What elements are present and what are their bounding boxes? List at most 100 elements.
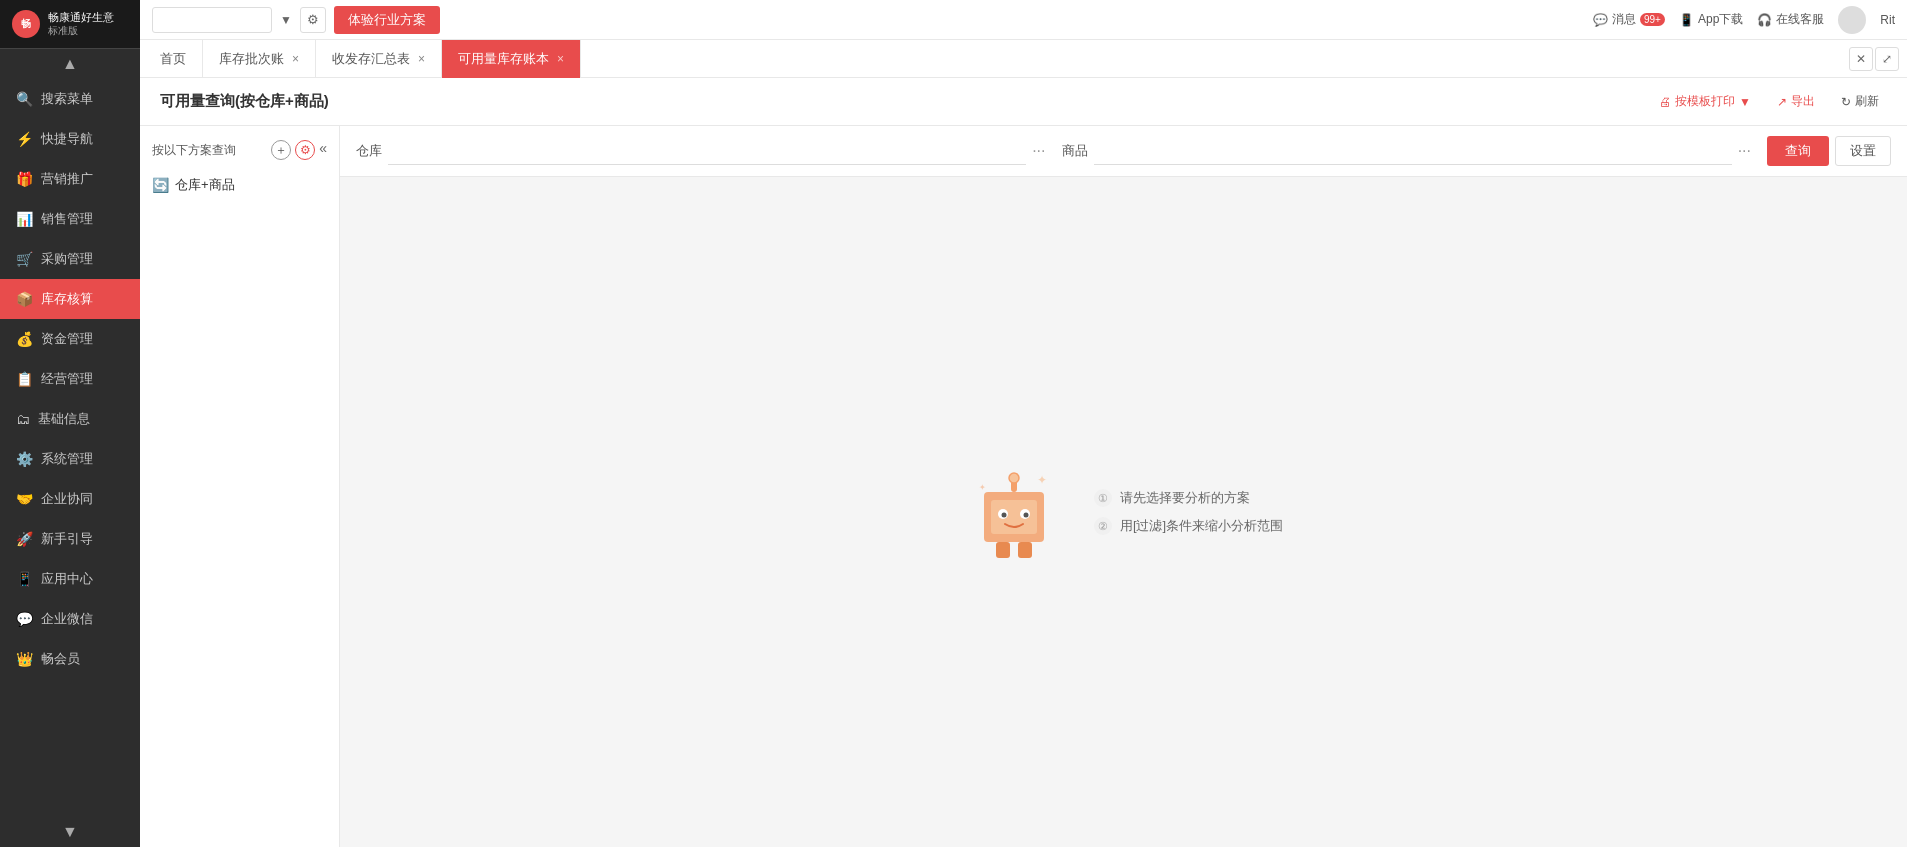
product-more-btn[interactable]: ··· [1738,142,1751,160]
message-badge: 99+ [1640,13,1665,26]
tab-receipt-summary-close[interactable]: × [418,52,425,66]
page-header: 可用量查询(按仓库+商品) 🖨 按模板打印 ▼ ↗ 导出 ↻ 刷新 [140,78,1907,126]
sidebar-item-label-system: 系统管理 [41,450,93,468]
tabs-bar: 首页 库存批次账 × 收发存汇总表 × 可用量库存账本 × ✕ ⤢ [140,40,1907,78]
svg-point-5 [1023,513,1028,518]
left-panel: 按以下方案查询 ＋ ⚙ « 🔄 仓库+商品 [140,126,340,847]
sidebar-item-marketing[interactable]: 🎁 营销推广 [0,159,140,199]
query-btn[interactable]: 查询 [1767,136,1829,166]
tab-close-window-btn[interactable]: ✕ [1849,47,1873,71]
message-icon: 💬 [1593,13,1608,27]
sidebar-item-basic-info[interactable]: 🗂基础信息 [0,399,140,439]
warehouse-field: 仓库 ··· [356,137,1046,165]
sidebar-scroll-up[interactable]: ▲ [0,49,140,79]
wechat-icon: 💬 [16,611,33,627]
sidebar-item-purchase[interactable]: 🛒采购管理 [0,239,140,279]
add-scheme-btn[interactable]: ＋ [271,140,291,160]
left-panel-icons: ＋ ⚙ « [271,140,327,160]
sidebar-item-inventory[interactable]: 📦 库存核算 [0,279,140,319]
app-download-label: App下载 [1698,11,1743,28]
collapse-panel-btn[interactable]: « [319,140,327,160]
refresh-icon: ↻ [1841,95,1851,109]
tab-batch-account[interactable]: 库存批次账 × [203,40,316,78]
finance-icon: 💰 [16,331,33,347]
scheme-item-warehouse-product[interactable]: 🔄 仓库+商品 [140,168,339,202]
sidebar-item-label-operations: 经营管理 [41,370,93,388]
empty-tips: ① 请先选择要分析的方案 ② 用[过滤]条件来缩小分析范围 [1094,489,1283,535]
topbar: ▼ ⚙ 体验行业方案 💬 消息 99+ 📱 App下载 🎧 在线客服 Rit [140,0,1907,40]
inventory-icon: 📦 [16,291,33,307]
sidebar-item-label-inventory: 库存核算 [41,290,93,308]
online-service-item[interactable]: 🎧 在线客服 [1757,11,1824,28]
content-area: 按以下方案查询 ＋ ⚙ « 🔄 仓库+商品 仓库 ··· [140,126,1907,847]
sidebar-title: 畅康通好生意 [48,10,114,24]
filter-settings-btn[interactable]: 设置 [1835,136,1891,166]
sidebar-item-quick-nav[interactable]: ⚡快捷导航 [0,119,140,159]
tab-home-label: 首页 [160,50,186,68]
tabs-right-actions: ✕ ⤢ [1849,47,1907,71]
svg-point-7 [1009,473,1019,483]
user-avatar[interactable] [1838,6,1866,34]
topbar-right: 💬 消息 99+ 📱 App下载 🎧 在线客服 Rit [1593,6,1895,34]
enterprise-icon: 🤝 [16,491,33,507]
product-input[interactable] [1094,137,1732,165]
tip-text-2: 用[过滤]条件来缩小分析范围 [1120,517,1283,535]
tab-expand-btn[interactable]: ⤢ [1875,47,1899,71]
main-area: ▼ ⚙ 体验行业方案 💬 消息 99+ 📱 App下载 🎧 在线客服 Rit 首… [140,0,1907,847]
scheme-item-label: 仓库+商品 [175,176,235,194]
sidebar-item-label-wechat: 企业微信 [41,610,93,628]
topbar-search-input[interactable] [152,7,272,33]
user-name: Rit [1880,13,1895,27]
tip-text-1: 请先选择要分析的方案 [1120,489,1250,507]
sidebar-item-finance[interactable]: 💰资金管理 [0,319,140,359]
right-panel: 仓库 ··· 商品 ··· 查询 设置 [340,126,1907,847]
print-template-btn[interactable]: 🖨 按模板打印 ▼ [1651,90,1759,113]
quick-nav-icon: ⚡ [16,131,33,147]
sidebar-item-enterprise[interactable]: 🤝企业协同 [0,479,140,519]
warehouse-more-btn[interactable]: ··· [1032,142,1045,160]
online-service-label: 在线客服 [1776,11,1824,28]
filter-actions: 查询 设置 [1767,136,1891,166]
sidebar-item-label-member: 畅会员 [41,650,80,668]
refresh-btn[interactable]: ↻ 刷新 [1833,90,1887,113]
sidebar-item-member[interactable]: 👑 畅会员 [0,639,140,679]
svg-rect-9 [1018,542,1032,558]
sidebar-scroll-down[interactable]: ▼ [0,817,140,847]
sidebar-item-app-center[interactable]: 📱应用中心 [0,559,140,599]
tab-batch-account-label: 库存批次账 [219,50,284,68]
tab-batch-account-close[interactable]: × [292,52,299,66]
sidebar-item-sales[interactable]: 📊销售管理 [0,199,140,239]
warehouse-input[interactable] [388,137,1026,165]
member-icon: 👑 [16,651,33,667]
tab-receipt-summary[interactable]: 收发存汇总表 × [316,40,442,78]
topbar-gear-icon[interactable]: ⚙ [300,7,326,33]
sidebar-logo: 畅 [12,10,40,38]
tab-available-account-close[interactable]: × [557,52,564,66]
export-btn[interactable]: ↗ 导出 [1769,90,1823,113]
marketing-icon: 🎁 [16,171,33,187]
topbar-industry-btn[interactable]: 体验行业方案 [334,6,440,34]
tab-available-account-label: 可用量库存账本 [458,50,549,68]
sidebar-item-wechat[interactable]: 💬 企业微信 [0,599,140,639]
app-download-item[interactable]: 📱 App下载 [1679,11,1743,28]
warehouse-label: 仓库 [356,142,382,160]
message-label: 消息 [1612,11,1636,28]
tab-available-account[interactable]: 可用量库存账本 × [442,40,581,78]
message-icon-item[interactable]: 💬 消息 99+ [1593,11,1665,28]
sidebar-item-label-purchase: 采购管理 [41,250,93,268]
tab-receipt-summary-label: 收发存汇总表 [332,50,410,68]
sidebar-item-label-marketing: 营销推广 [41,170,93,188]
topbar-dropdown-btn[interactable]: ▼ [280,13,292,27]
onboarding-icon: 🚀 [16,531,33,547]
tip-item-2: ② 用[过滤]条件来缩小分析范围 [1094,517,1283,535]
tip-item-1: ① 请先选择要分析的方案 [1094,489,1283,507]
sidebar-item-onboarding[interactable]: 🚀新手引导 [0,519,140,559]
sidebar-item-search[interactable]: 🔍搜索菜单 [0,79,140,119]
empty-state: ✦ ✦ ① 请先选择要分析的方案 ② 用[过滤]条件来缩小分析范围 [340,177,1907,847]
tab-home[interactable]: 首页 [140,40,203,78]
scheme-settings-btn[interactable]: ⚙ [295,140,315,160]
sidebar-item-operations[interactable]: 📋经营管理 [0,359,140,399]
search-icon: 🔍 [16,91,33,107]
sidebar-item-system[interactable]: ⚙️系统管理 [0,439,140,479]
svg-rect-1 [991,500,1037,534]
